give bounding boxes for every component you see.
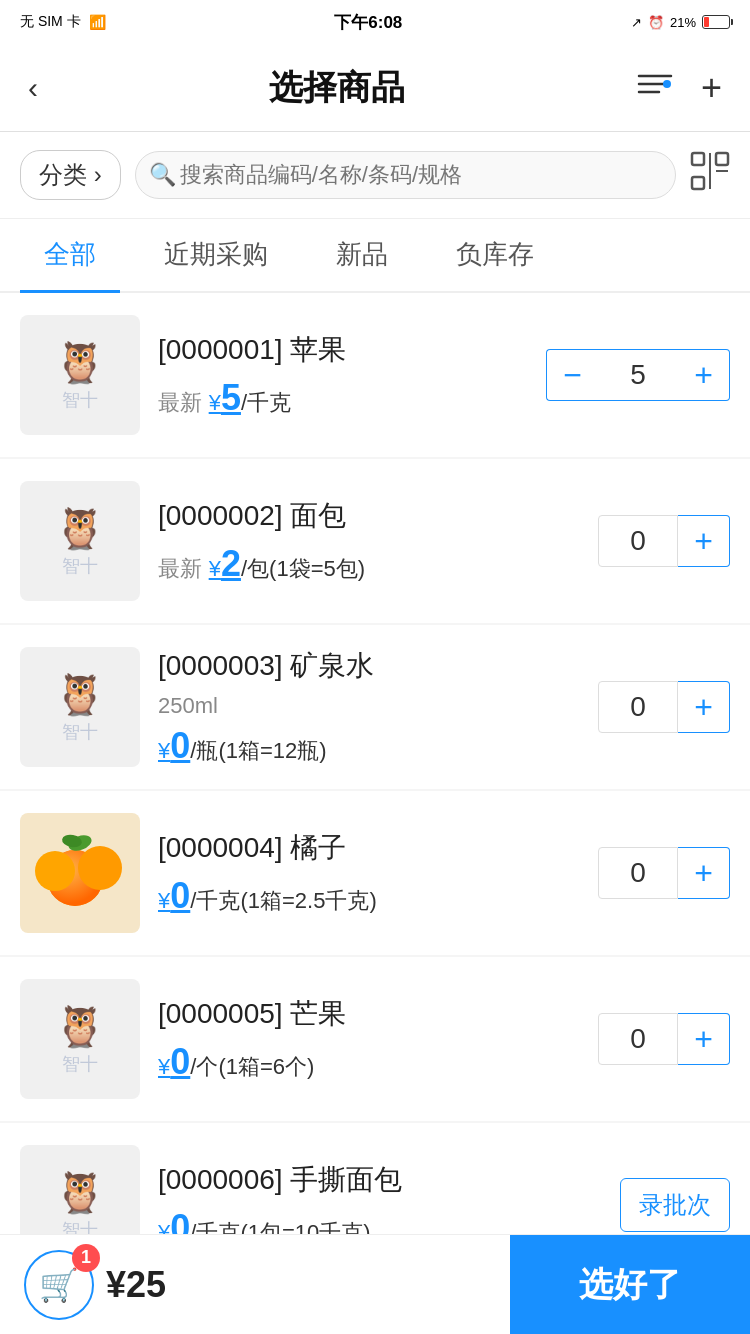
product-thumbnail-2: 🦉 智十 [20, 481, 140, 601]
cart-total: ¥25 [106, 1264, 166, 1306]
product-info-4: [0000004] 橘子 ¥0/千克(1箱=2.5千克) [158, 829, 580, 917]
status-time: 下午6:08 [334, 11, 402, 34]
list-item: 🦉 智十 [0000005] 芒果 ¥0/个(1箱=6个) + [0, 957, 750, 1121]
product-info-1: [0000001] 苹果 最新 ¥5/千克 [158, 331, 528, 419]
location-icon: ↗ [631, 15, 642, 30]
tab-recent[interactable]: 近期采购 [140, 219, 292, 293]
cart-badge: 1 [72, 1244, 100, 1272]
svg-rect-4 [692, 153, 704, 165]
alarm-icon: ⏰ [648, 15, 664, 30]
quantity-decrease-1[interactable]: − [546, 349, 598, 401]
quantity-control-2: + [598, 515, 730, 567]
quantity-input-3[interactable] [598, 681, 678, 733]
filter-bar: 分类 › 🔍 [0, 132, 750, 219]
quantity-increase-5[interactable]: + [678, 1013, 730, 1065]
quantity-control-1: − + [546, 349, 730, 401]
product-name-6: [0000006] 手撕面包 [158, 1161, 602, 1199]
quantity-increase-4[interactable]: + [678, 847, 730, 899]
batch-button-6[interactable]: 录批次 [620, 1178, 730, 1232]
owl-icon: 🦉 [55, 1169, 105, 1216]
confirm-button[interactable]: 选好了 [510, 1235, 750, 1335]
search-input[interactable] [135, 151, 676, 199]
carrier-label: 无 SIM 卡 [20, 13, 81, 31]
tab-all[interactable]: 全部 [20, 219, 120, 293]
list-item: 🦉 智十 [0000001] 苹果 最新 ¥5/千克 − + [0, 293, 750, 457]
status-left: 无 SIM 卡 📶 [20, 13, 106, 31]
product-info-3: [0000003] 矿泉水 250ml ¥0/瓶(1箱=12瓶) [158, 647, 580, 767]
product-price-2: 最新 ¥2/包(1袋=5包) [158, 543, 580, 585]
scan-icon[interactable] [690, 151, 730, 200]
svg-rect-6 [692, 177, 704, 189]
product-info-5: [0000005] 芒果 ¥0/个(1箱=6个) [158, 995, 580, 1083]
list-item: [0000004] 橘子 ¥0/千克(1箱=2.5千克) + [0, 791, 750, 955]
nav-bar: ‹ 选择商品 + [0, 44, 750, 132]
status-right: ↗ ⏰ 21% [631, 15, 730, 30]
product-name-5: [0000005] 芒果 [158, 995, 580, 1033]
tab-negative[interactable]: 负库存 [432, 219, 558, 293]
product-price-4: ¥0/千克(1箱=2.5千克) [158, 875, 580, 917]
svg-rect-5 [716, 153, 728, 165]
status-bar: 无 SIM 卡 📶 下午6:08 ↗ ⏰ 21% [0, 0, 750, 44]
svg-point-3 [663, 80, 671, 88]
product-thumbnail-1: 🦉 智十 [20, 315, 140, 435]
cart-section: 🛒 1 ¥25 [0, 1250, 510, 1320]
quantity-increase-3[interactable]: + [678, 681, 730, 733]
product-price-5: ¥0/个(1箱=6个) [158, 1041, 580, 1083]
product-name-4: [0000004] 橘子 [158, 829, 580, 867]
quantity-control-4: + [598, 847, 730, 899]
quantity-input-2[interactable] [598, 515, 678, 567]
bottom-bar: 🛒 1 ¥25 选好了 [0, 1234, 750, 1334]
product-info-2: [0000002] 面包 最新 ¥2/包(1袋=5包) [158, 497, 580, 585]
battery-icon [702, 15, 730, 29]
product-price-1: 最新 ¥5/千克 [158, 377, 528, 419]
page-title: 选择商品 [269, 65, 405, 111]
quantity-increase-1[interactable]: + [678, 349, 730, 401]
product-thumbnail-4 [20, 813, 140, 933]
quantity-input-4[interactable] [598, 847, 678, 899]
cart-button[interactable]: 🛒 1 [24, 1250, 94, 1320]
cart-icon: 🛒 [39, 1266, 79, 1304]
product-list: 🦉 智十 [0000001] 苹果 最新 ¥5/千克 − + 🦉 智十 [000… [0, 293, 750, 1334]
svg-point-13 [35, 851, 75, 891]
svg-point-12 [78, 846, 122, 890]
list-item: 🦉 智十 [0000002] 面包 最新 ¥2/包(1袋=5包) + [0, 459, 750, 623]
list-item: 🦉 智十 [0000003] 矿泉水 250ml ¥0/瓶(1箱=12瓶) + [0, 625, 750, 789]
add-button[interactable]: + [701, 67, 722, 109]
quantity-increase-2[interactable]: + [678, 515, 730, 567]
owl-icon: 🦉 [55, 671, 105, 718]
product-thumbnail-5: 🦉 智十 [20, 979, 140, 1099]
filter-icon[interactable] [637, 68, 673, 107]
category-button[interactable]: 分类 › [20, 150, 121, 200]
product-price-3: ¥0/瓶(1箱=12瓶) [158, 725, 580, 767]
tab-new[interactable]: 新品 [312, 219, 412, 293]
tab-bar: 全部 近期采购 新品 负库存 [0, 219, 750, 293]
owl-icon: 🦉 [55, 1003, 105, 1050]
product-name-1: [0000001] 苹果 [158, 331, 528, 369]
wifi-icon: 📶 [89, 14, 106, 30]
product-name-2: [0000002] 面包 [158, 497, 580, 535]
product-thumbnail-3: 🦉 智十 [20, 647, 140, 767]
quantity-control-5: + [598, 1013, 730, 1065]
product-name-3: [0000003] 矿泉水 [158, 647, 580, 685]
quantity-input-1[interactable] [598, 349, 678, 401]
battery-percent: 21% [670, 15, 696, 30]
back-button[interactable]: ‹ [28, 71, 38, 105]
search-icon: 🔍 [149, 162, 176, 188]
product-spec-3: 250ml [158, 693, 580, 719]
owl-icon: 🦉 [55, 505, 105, 552]
quantity-input-5[interactable] [598, 1013, 678, 1065]
nav-icons: + [637, 67, 722, 109]
owl-icon: 🦉 [55, 339, 105, 386]
search-wrapper: 🔍 [135, 151, 676, 199]
quantity-control-3: + [598, 681, 730, 733]
